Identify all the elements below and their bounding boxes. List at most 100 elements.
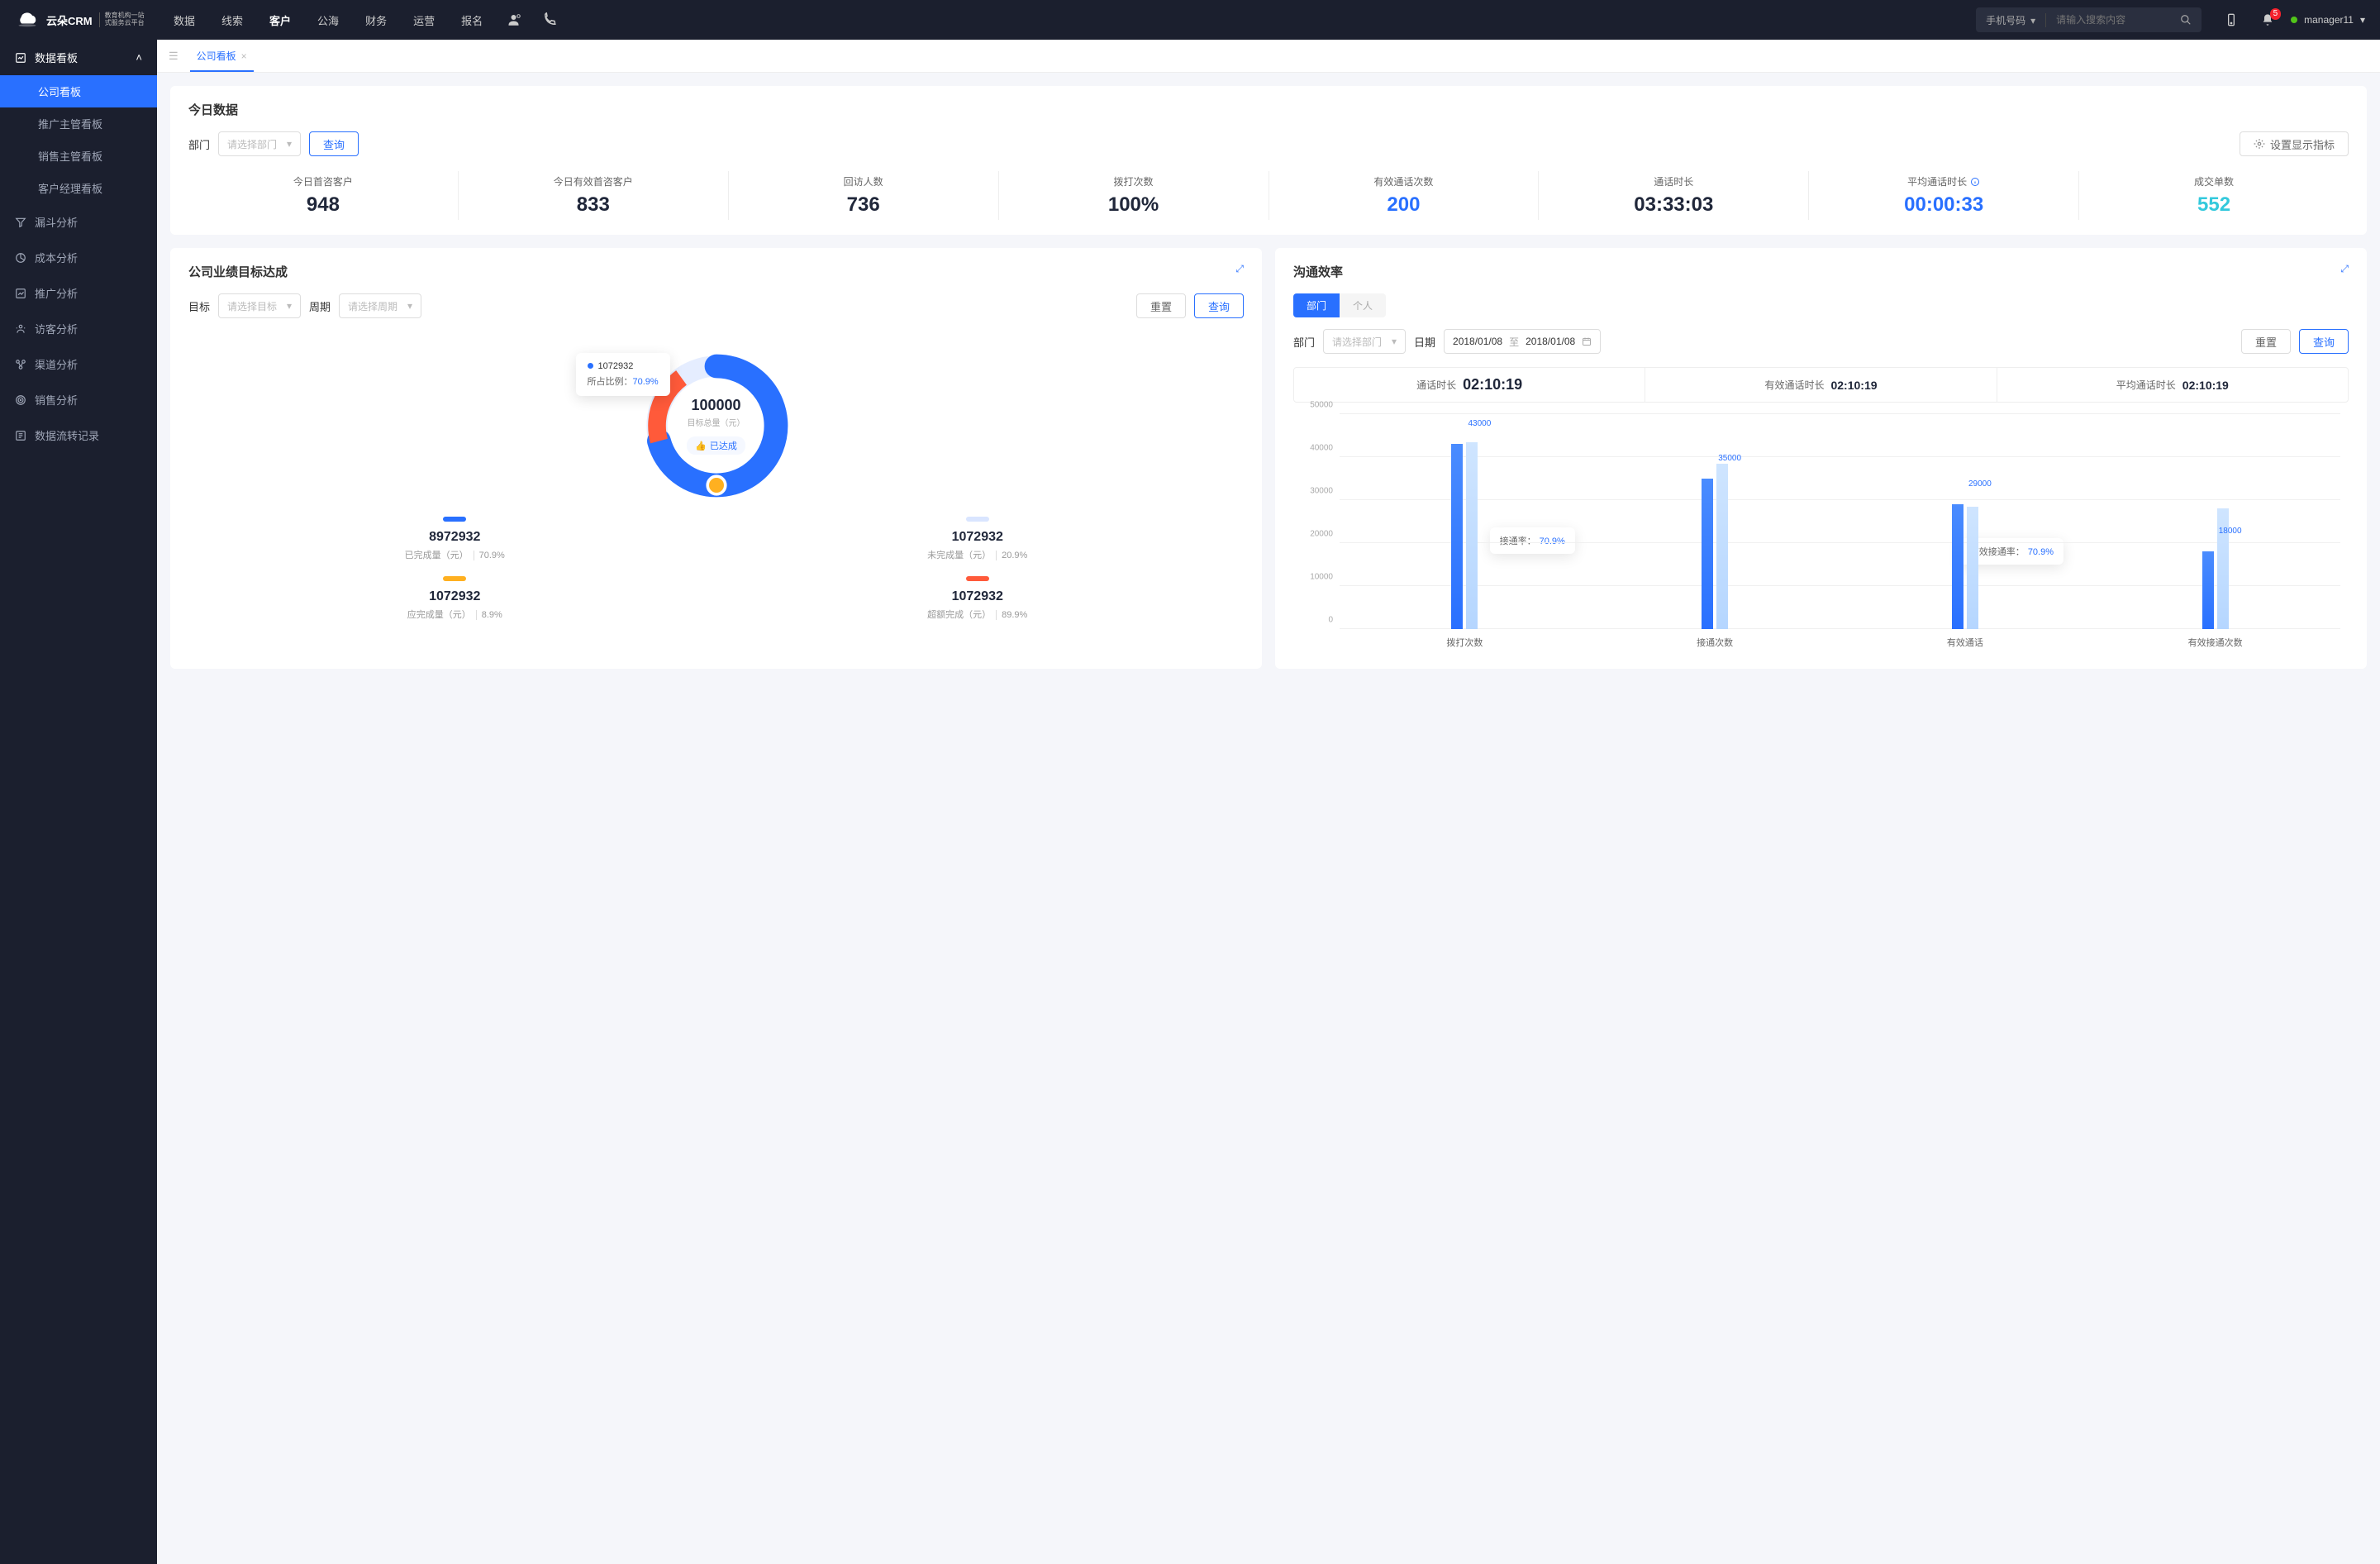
period-select[interactable]: 请选择周期▾: [339, 293, 421, 318]
top-actions: [507, 12, 557, 27]
kpi-item: 通话时长03:33:03: [1539, 171, 1809, 220]
goal-card: ⤢ 公司业绩目标达成 目标 请选择目标▾ 周期 请选择周期▾ 重置 查询: [170, 248, 1262, 669]
y-tick: 10000: [1310, 573, 1333, 582]
nav-lead[interactable]: 线索: [221, 1, 243, 40]
sidebar: 数据看板 ˄ 公司看板 推广主管看板 销售主管看板 客户经理看板 漏斗分析 成本…: [0, 40, 157, 1564]
sidebar-item-manager[interactable]: 客户经理看板: [0, 172, 157, 204]
target-label: 目标: [188, 298, 210, 314]
kpi-item: 回访人数736: [729, 171, 999, 220]
bar-secondary: [1716, 464, 1728, 629]
sidebar-visitor[interactable]: 访客分析: [0, 311, 157, 346]
bar-label: 35000: [1718, 454, 1741, 466]
thumb-up-icon: 👍: [695, 441, 707, 451]
eff-card: ⤢ 沟通效率 部门 个人 部门 请选择部门▾ 日期 2018/01/08至201…: [1275, 248, 2367, 669]
quartet: 8972932已完成量（元）70.9% 1072932未完成量（元）20.9% 10…: [188, 517, 1244, 621]
nav-finance[interactable]: 财务: [365, 1, 387, 40]
x-tick: 有效通话: [1947, 636, 1983, 649]
query-button[interactable]: 查询: [309, 131, 359, 156]
sidebar-item-company[interactable]: 公司看板: [0, 75, 157, 107]
logo-text: 云朵CRM: [46, 12, 93, 28]
target-icon: [15, 394, 26, 406]
kpi-item: 拨打次数100%: [999, 171, 1269, 220]
sidebar-cost[interactable]: 成本分析: [0, 240, 157, 275]
x-tick: 拨打次数: [1446, 636, 1483, 649]
quartet-item: 1072932应完成量（元）8.9%: [205, 576, 705, 621]
donut-tooltip: 1072932 所占比例：70.9%: [576, 353, 670, 396]
reset-button[interactable]: 重置: [1136, 293, 1186, 318]
channel-icon: [15, 359, 26, 370]
search-button[interactable]: [2170, 14, 2202, 26]
close-icon[interactable]: ×: [241, 50, 247, 62]
username: manager11: [2304, 14, 2354, 26]
main: ☰ 公司看板 × 今日数据 部门 请选择部门▾ 查询 设置显示指标: [157, 40, 2380, 1564]
sidebar-channel[interactable]: 渠道分析: [0, 346, 157, 382]
tab-company[interactable]: 公司看板 ×: [190, 40, 254, 72]
funnel-icon: [15, 217, 26, 228]
user-menu[interactable]: manager11 ▾: [2291, 14, 2365, 26]
sidebar-item-promo[interactable]: 推广主管看板: [0, 107, 157, 140]
reset-button[interactable]: 重置: [2241, 329, 2291, 354]
phone-icon[interactable]: [542, 12, 557, 27]
y-tick: 0: [1328, 616, 1333, 625]
bell-icon[interactable]: 5: [2261, 13, 2274, 26]
nav-ops[interactable]: 运营: [413, 1, 435, 40]
search-box: 手机号码▾: [1976, 7, 2202, 32]
donut-chart: 100000 目标总量（元） 👍已达成 1072932 所占比例：70.9%: [588, 343, 845, 508]
logo[interactable]: 云朵CRM 教育机构一站式服务云平台: [15, 12, 157, 28]
date-label: 日期: [1414, 334, 1435, 350]
tab-menu-icon[interactable]: ☰: [169, 50, 178, 63]
mobile-icon[interactable]: [2225, 13, 2238, 26]
sidebar-flow[interactable]: 数据流转记录: [0, 417, 157, 453]
y-tick: 30000: [1310, 487, 1333, 496]
logo-subtitle: 教育机构一站式服务云平台: [99, 12, 145, 27]
y-tick: 50000: [1310, 401, 1333, 410]
sidebar-section[interactable]: 数据看板 ˄: [0, 40, 157, 75]
dashboard-icon: [15, 52, 26, 64]
nav-enroll[interactable]: 报名: [461, 1, 483, 40]
notif-count: 5: [2270, 8, 2282, 20]
expand-icon[interactable]: ⤢: [2340, 263, 2349, 275]
chevron-down-icon: ▾: [287, 138, 292, 150]
tab-label: 公司看板: [197, 49, 236, 63]
bar-chart: 01000020000300004000050000 接通率：70.9% 有效接…: [1293, 414, 2349, 654]
dept-select[interactable]: 请选择部门▾: [218, 131, 301, 156]
seg-dept[interactable]: 部门: [1293, 293, 1340, 317]
pie-icon: [15, 252, 26, 264]
today-title: 今日数据: [188, 101, 2349, 118]
nav-public[interactable]: 公海: [317, 1, 339, 40]
kpi-item: 成交单数552: [2079, 171, 2349, 220]
bar-label: 18000: [2219, 527, 2242, 539]
target-select[interactable]: 请选择目标▾: [218, 293, 301, 318]
query-button[interactable]: 查询: [1194, 293, 1244, 318]
dept-select[interactable]: 请选择部门▾: [1323, 329, 1406, 354]
expand-icon[interactable]: ⤢: [1235, 263, 1244, 275]
seg-person[interactable]: 个人: [1340, 293, 1386, 317]
add-user-icon[interactable]: [507, 12, 522, 27]
bar-primary: [2202, 551, 2214, 629]
search-input[interactable]: [2046, 14, 2170, 26]
bar-label: 43000: [1468, 419, 1491, 432]
kpi-item: 平均通话时长00:00:33: [1809, 171, 2079, 220]
cloud-icon: [15, 12, 40, 28]
donut-value: 100000: [691, 397, 740, 414]
status-badge: 👍已达成: [687, 436, 745, 455]
sidebar-item-sales[interactable]: 销售主管看板: [0, 140, 157, 172]
date-range[interactable]: 2018/01/08至2018/01/08: [1444, 329, 1601, 354]
search-type[interactable]: 手机号码▾: [1976, 13, 2046, 27]
calendar-icon: [1582, 336, 1592, 346]
topbar: 云朵CRM 教育机构一站式服务云平台 数据 线索 客户 公海 财务 运营 报名 …: [0, 0, 2380, 40]
sidebar-promo[interactable]: 推广分析: [0, 275, 157, 311]
nav-data[interactable]: 数据: [174, 1, 195, 40]
query-button[interactable]: 查询: [2299, 329, 2349, 354]
bar-primary: [1952, 504, 1963, 629]
settings-button[interactable]: 设置显示指标: [2240, 131, 2349, 156]
nav-customer[interactable]: 客户: [269, 1, 291, 40]
quartet-item: 1072932超额完成（元）89.9%: [728, 576, 1228, 621]
sidebar-funnel[interactable]: 漏斗分析: [0, 204, 157, 240]
quartet-item: 1072932未完成量（元）20.9%: [728, 517, 1228, 561]
kpi-item: 今日有效首咨客户833: [459, 171, 729, 220]
chevron-up-icon: ˄: [136, 51, 142, 64]
quartet-item: 8972932已完成量（元）70.9%: [205, 517, 705, 561]
summary-row: 通话时长02:10:19有效通话时长02:10:19平均通话时长02:10:19: [1293, 367, 2349, 403]
sidebar-sales[interactable]: 销售分析: [0, 382, 157, 417]
